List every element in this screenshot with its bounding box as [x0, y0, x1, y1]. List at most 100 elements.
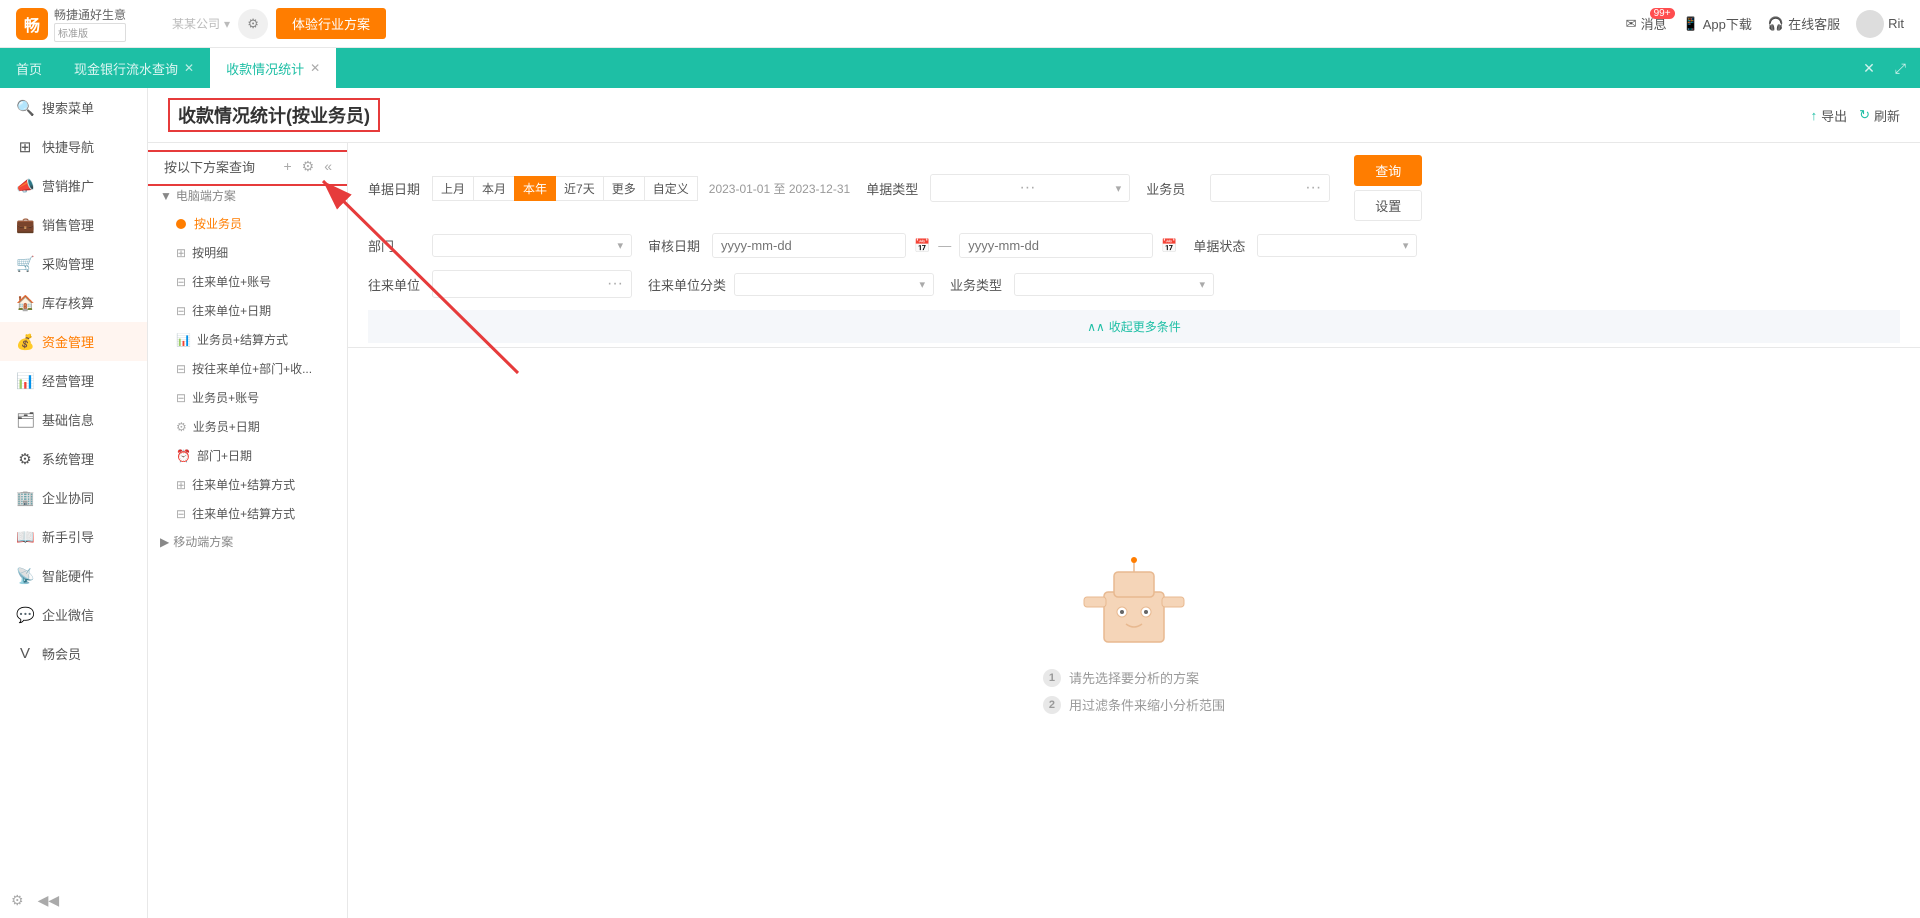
voucher-type-select[interactable]: ··· ▾: [930, 174, 1130, 202]
scheme-item-icon-unit-settle2: ⊟: [176, 507, 186, 521]
scheme-add-button[interactable]: +: [280, 157, 294, 176]
sidebar-inventory-label: 库存核算: [42, 293, 94, 312]
app-download-label: App下载: [1703, 14, 1752, 33]
scheme-item-label: 业务员+日期: [193, 418, 260, 435]
scheme-item-sp-account[interactable]: ⊟ 业务员+账号: [148, 383, 347, 412]
counterpart-category-dropdown-icon: ▾: [919, 278, 925, 291]
tab-collection-stat[interactable]: 收款情况统计 ✕: [210, 48, 336, 88]
review-date-to-input[interactable]: [959, 233, 1153, 258]
scheme-item-unit-dept[interactable]: ⊟ 按往来单位+部门+收...: [148, 354, 347, 383]
tab-bar-right: ✕ ⤢: [1857, 58, 1920, 79]
scheme-item-label: 按业务员: [194, 215, 242, 232]
date-tab-custom[interactable]: 自定义: [644, 176, 698, 201]
sidebar-item-wechat[interactable]: 💬 企业微信: [0, 595, 147, 634]
sidebar-item-purchase[interactable]: 🛒 采购管理: [0, 244, 147, 283]
app-download-icon: 📱: [1683, 16, 1699, 32]
scheme-item-by-detail[interactable]: ⊞ 按明细: [148, 238, 347, 267]
sidebar-item-smart-hardware[interactable]: 📡 智能硬件: [0, 556, 147, 595]
sidebar-item-sales[interactable]: 💼 销售管理: [0, 205, 147, 244]
sidebar-wechat-label: 企业微信: [42, 605, 94, 624]
mobile-group-title[interactable]: ▶ 移动端方案: [148, 528, 347, 555]
trial-button[interactable]: 体验行业方案: [276, 8, 386, 39]
sidebar-item-basic-info[interactable]: 🗂 基础信息: [0, 400, 147, 439]
scheme-item-unit-settle2[interactable]: ⊟ 往来单位+结算方式: [148, 499, 347, 528]
tab-home[interactable]: 首页: [0, 48, 58, 88]
tab-bank-flow[interactable]: 现金银行流水查询 ✕: [58, 48, 210, 88]
scheme-item-salesperson-settle[interactable]: 📊 业务员+结算方式: [148, 325, 347, 354]
scheme-collapse-button[interactable]: «: [321, 157, 335, 176]
scheme-item-label: 往来单位+账号: [192, 273, 271, 290]
online-service-button[interactable]: 🎧 在线客服: [1768, 14, 1840, 33]
voucher-type-more-icon[interactable]: ···: [1019, 179, 1035, 197]
tab-collection-stat-close[interactable]: ✕: [310, 61, 320, 75]
voucher-status-dropdown-icon: ▾: [1403, 239, 1409, 252]
review-date-to-calendar-icon[interactable]: 📅: [1161, 238, 1177, 254]
results-container: 1 请先选择要分析的方案 2 用过滤条件来缩小分析范围: [348, 348, 1920, 918]
purchase-icon: 🛒: [16, 255, 34, 273]
scheme-item-unit-settle1[interactable]: ⊞ 往来单位+结算方式: [148, 470, 347, 499]
scheme-item-sp-date[interactable]: ⚙ 业务员+日期: [148, 412, 347, 441]
desktop-group-arrow: ▼: [160, 189, 172, 203]
app-download-button[interactable]: 📱 App下载: [1683, 14, 1752, 33]
empty-step-1: 1 请先选择要分析的方案: [1043, 668, 1225, 687]
date-range-display: 2023-01-01 至 2023-12-31: [709, 180, 850, 197]
counterpart-category-select[interactable]: ▾: [734, 273, 934, 296]
step-1-num: 1: [1043, 669, 1061, 687]
date-tab-this-month[interactable]: 本月: [473, 176, 515, 201]
refresh-button[interactable]: ↻ 刷新: [1859, 106, 1900, 125]
settings-button[interactable]: 设置: [1354, 190, 1422, 221]
user-area[interactable]: Rit: [1856, 10, 1904, 38]
scheme-item-dept-date[interactable]: ⏰ 部门+日期: [148, 441, 347, 470]
counterpart-select[interactable]: ···: [432, 270, 632, 298]
scheme-item-icon-unit-account: ⊟: [176, 275, 186, 289]
message-badge: 99+: [1650, 8, 1675, 19]
collapse-bar[interactable]: ∧∧ 收起更多条件: [368, 310, 1900, 343]
filter-dept-label: 部门: [368, 236, 424, 255]
tab-maximize-button[interactable]: ⤢: [1889, 58, 1912, 79]
tab-close-all-button[interactable]: ✕: [1857, 58, 1881, 79]
scheme-item-icon-sp-settle: 📊: [176, 333, 191, 347]
sidebar-item-finance[interactable]: 💰 资金管理: [0, 322, 147, 361]
sidebar-item-operations[interactable]: 📊 经营管理: [0, 361, 147, 400]
empty-illustration: [1074, 552, 1194, 652]
counterpart-more-icon[interactable]: ···: [607, 275, 623, 293]
scheme-item-unit-account[interactable]: ⊟ 往来单位+账号: [148, 267, 347, 296]
scheme-item-by-salesperson[interactable]: 按业务员: [148, 209, 347, 238]
date-tab-7days[interactable]: 近7天: [555, 176, 604, 201]
salesperson-select[interactable]: ···: [1210, 174, 1330, 202]
sidebar-item-quick-nav[interactable]: ⊞ 快捷导航: [0, 127, 147, 166]
tab-bank-flow-close[interactable]: ✕: [184, 61, 194, 75]
date-tab-this-year[interactable]: 本年: [514, 176, 556, 201]
page-actions: ↑ 导出 ↻ 刷新: [1811, 106, 1900, 125]
business-type-select[interactable]: ▾: [1014, 273, 1214, 296]
gear-button[interactable]: ⚙: [238, 9, 268, 39]
mobile-group-label: 移动端方案: [173, 533, 233, 550]
query-button[interactable]: 查询: [1354, 155, 1422, 186]
breadcrumb-dropdown-icon[interactable]: ▾: [224, 17, 230, 31]
sidebar-item-search-menu[interactable]: 🔍 搜索菜单: [0, 88, 147, 127]
scheme-header-actions: + ⚙ «: [280, 157, 335, 176]
date-tab-last-month[interactable]: 上月: [432, 176, 474, 201]
dept-select[interactable]: ▾: [432, 234, 632, 257]
sidebar-collapse-icon[interactable]: ◀◀: [35, 891, 63, 910]
salesperson-more-icon[interactable]: ···: [1305, 179, 1321, 197]
message-button[interactable]: ✉ 消息 99+: [1626, 14, 1667, 33]
export-label: 导出: [1821, 106, 1847, 125]
sidebar-item-marketing[interactable]: 📣 营销推广: [0, 166, 147, 205]
export-button[interactable]: ↑ 导出: [1811, 106, 1848, 125]
user-name: Rit: [1888, 16, 1904, 31]
sidebar-settings-icon[interactable]: ⚙: [8, 891, 27, 910]
desktop-group-title[interactable]: ▼ 电脑端方案: [148, 182, 347, 209]
voucher-status-select[interactable]: ▾: [1257, 234, 1417, 257]
sidebar-item-member[interactable]: V 畅会员: [0, 634, 147, 673]
sidebar-item-guide[interactable]: 📖 新手引导: [0, 517, 147, 556]
sidebar-item-system[interactable]: ⚙ 系统管理: [0, 439, 147, 478]
sidebar-item-enterprise[interactable]: 🏢 企业协同: [0, 478, 147, 517]
date-tab-more[interactable]: 更多: [603, 176, 645, 201]
review-date-from-input[interactable]: [712, 233, 906, 258]
sidebar-item-inventory[interactable]: 🏠 库存核算: [0, 283, 147, 322]
filter-salesperson-item: 业务员 ···: [1146, 174, 1330, 202]
scheme-item-unit-date[interactable]: ⊟ 往来单位+日期: [148, 296, 347, 325]
scheme-settings-button[interactable]: ⚙: [299, 157, 318, 176]
review-date-from-calendar-icon[interactable]: 📅: [914, 238, 930, 254]
